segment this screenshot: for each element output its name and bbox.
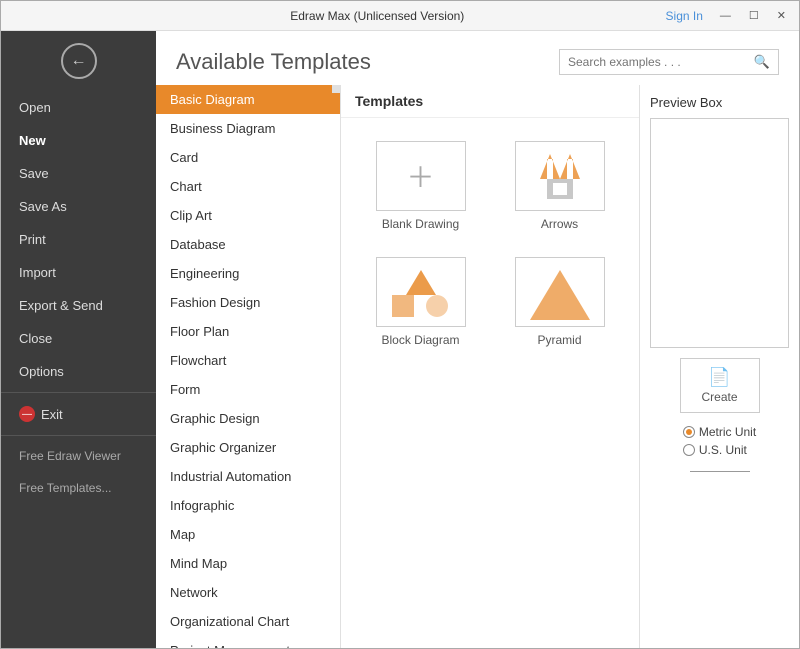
search-icon[interactable]: 🔍	[754, 54, 770, 70]
create-label: Create	[701, 390, 737, 404]
templates-area: Templates ＋ Blank Drawing	[341, 85, 639, 648]
sign-in-link[interactable]: Sign In	[666, 5, 703, 27]
template-thumb-block	[376, 257, 466, 327]
plus-icon: ＋	[406, 156, 434, 196]
preview-panel: Preview Box 📄 Create Metric Unit	[639, 85, 799, 648]
us-unit-label: U.S. Unit	[699, 443, 747, 457]
sidebar: ← Open New Save Save As Print Import	[1, 31, 156, 648]
main-header: Available Templates 🔍	[156, 31, 799, 85]
search-box[interactable]: 🔍	[559, 49, 779, 75]
create-button[interactable]: 📄 Create	[680, 358, 760, 413]
category-item-fashion-design[interactable]: Fashion Design	[156, 288, 340, 317]
back-button[interactable]: ←	[1, 31, 156, 91]
sidebar-item-options[interactable]: Options	[1, 355, 156, 388]
template-label-arrows: Arrows	[541, 217, 578, 231]
category-item-organizational-chart[interactable]: Organizational Chart	[156, 607, 340, 636]
sidebar-link-viewer[interactable]: Free Edraw Viewer	[1, 440, 156, 472]
category-list: Basic DiagramBusiness DiagramCardChartCl…	[156, 85, 341, 648]
sidebar-item-close[interactable]: Close	[1, 322, 156, 355]
template-label-pyramid: Pyramid	[537, 333, 581, 347]
template-label-blank: Blank Drawing	[382, 217, 459, 231]
category-item-engineering[interactable]: Engineering	[156, 259, 340, 288]
category-item-floor-plan[interactable]: Floor Plan	[156, 317, 340, 346]
maximize-button[interactable]: ☐	[744, 7, 764, 24]
window-title: Edraw Max (Unlicensed Version)	[89, 9, 666, 23]
us-unit-option[interactable]: U.S. Unit	[683, 443, 756, 457]
back-icon: ←	[71, 52, 87, 70]
title-bar: Edraw Max (Unlicensed Version) Sign In —…	[1, 1, 799, 31]
sidebar-item-print[interactable]: Print	[1, 223, 156, 256]
category-item-graphic-organizer[interactable]: Graphic Organizer	[156, 433, 340, 462]
arrows-svg	[530, 149, 590, 204]
category-item-form[interactable]: Form	[156, 375, 340, 404]
template-thumb-arrows	[515, 141, 605, 211]
divider-line	[690, 471, 750, 472]
pyramid-svg	[525, 265, 595, 320]
document-icon: 📄	[708, 367, 730, 388]
sidebar-item-exit[interactable]: — Exit	[1, 397, 156, 431]
category-item-basic-diagram[interactable]: Basic Diagram	[156, 85, 340, 114]
block-svg	[386, 265, 456, 320]
category-item-map[interactable]: Map	[156, 520, 340, 549]
us-unit-radio[interactable]	[683, 444, 695, 456]
preview-title: Preview Box	[650, 95, 789, 110]
sidebar-item-save[interactable]: Save	[1, 157, 156, 190]
template-thumb-pyramid	[515, 257, 605, 327]
application-window: Edraw Max (Unlicensed Version) Sign In —…	[0, 0, 800, 649]
template-pyramid[interactable]: Pyramid	[490, 244, 629, 360]
category-item-clip-art[interactable]: Clip Art	[156, 201, 340, 230]
templates-header: Templates	[341, 85, 639, 118]
unit-options: Metric Unit U.S. Unit	[683, 425, 756, 457]
sidebar-divider	[1, 392, 156, 393]
create-section: 📄 Create Metric Unit U.S. Unit	[650, 358, 789, 480]
category-item-infographic[interactable]: Infographic	[156, 491, 340, 520]
sidebar-item-save-as[interactable]: Save As	[1, 190, 156, 223]
template-label-block: Block Diagram	[381, 333, 459, 347]
category-item-mind-map[interactable]: Mind Map	[156, 549, 340, 578]
page-title: Available Templates	[176, 49, 371, 75]
metric-unit-option[interactable]: Metric Unit	[683, 425, 756, 439]
close-button[interactable]: ✕	[772, 7, 791, 24]
window-controls: — ☐ ✕	[715, 7, 791, 24]
templates-grid: ＋ Blank Drawing	[341, 118, 639, 370]
category-item-chart[interactable]: Chart	[156, 172, 340, 201]
minimize-button[interactable]: —	[715, 8, 736, 24]
main-body: Basic DiagramBusiness DiagramCardChartCl…	[156, 85, 799, 648]
metric-unit-radio[interactable]	[683, 426, 695, 438]
category-item-database[interactable]: Database	[156, 230, 340, 259]
sidebar-divider-2	[1, 435, 156, 436]
exit-icon: —	[19, 406, 35, 422]
category-item-card[interactable]: Card	[156, 143, 340, 172]
template-thumb-blank: ＋	[376, 141, 466, 211]
main-content: Available Templates 🔍 Basic DiagramBusin…	[156, 31, 799, 648]
sidebar-item-new[interactable]: New	[1, 124, 156, 157]
metric-unit-label: Metric Unit	[699, 425, 756, 439]
sidebar-item-open[interactable]: Open	[1, 91, 156, 124]
content-area: ← Open New Save Save As Print Import	[1, 31, 799, 648]
category-item-industrial-automation[interactable]: Industrial Automation	[156, 462, 340, 491]
template-blank-drawing[interactable]: ＋ Blank Drawing	[351, 128, 490, 244]
category-item-business-diagram[interactable]: Business Diagram	[156, 114, 340, 143]
sidebar-link-templates[interactable]: Free Templates...	[1, 472, 156, 504]
category-item-flowchart[interactable]: Flowchart	[156, 346, 340, 375]
template-arrows[interactable]: Arrows	[490, 128, 629, 244]
template-block-diagram[interactable]: Block Diagram	[351, 244, 490, 360]
sidebar-item-export[interactable]: Export & Send	[1, 289, 156, 322]
category-item-graphic-design[interactable]: Graphic Design	[156, 404, 340, 433]
category-item-network[interactable]: Network	[156, 578, 340, 607]
preview-box	[650, 118, 789, 348]
search-input[interactable]	[568, 55, 754, 69]
sidebar-item-import[interactable]: Import	[1, 256, 156, 289]
category-item-project-management[interactable]: Project Management	[156, 636, 340, 648]
back-circle[interactable]: ←	[61, 43, 97, 79]
